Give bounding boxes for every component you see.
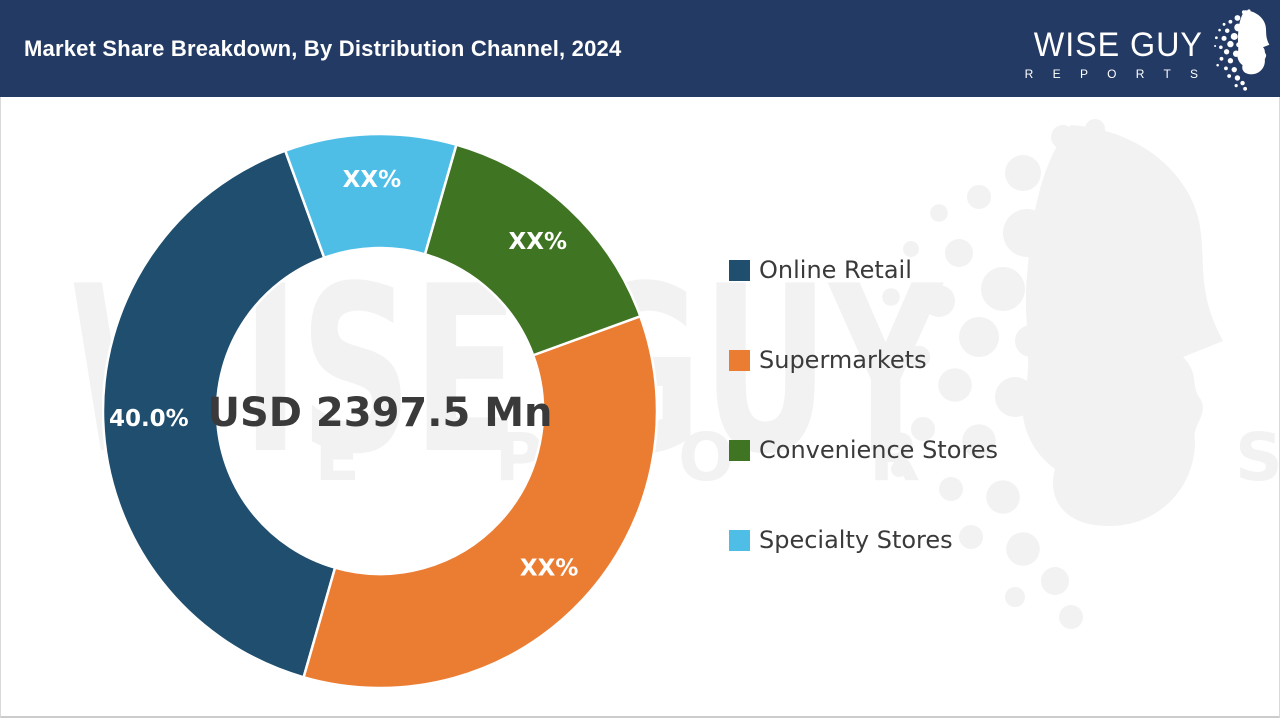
chart-center-value: USD 2397.5 Mn xyxy=(207,390,553,436)
legend-swatch-supermarkets xyxy=(729,349,750,371)
brand-text: WISE GUY R E P O R T S xyxy=(1021,26,1206,81)
brand-name: WISE GUY xyxy=(1033,25,1203,64)
legend-swatch-specialty-stores xyxy=(729,529,750,551)
page-title: Market Share Breakdown, By Distribution … xyxy=(24,36,622,61)
report-page: Market Share Breakdown, By Distribution … xyxy=(0,0,1280,720)
legend-label-online-retail: Online Retail xyxy=(759,256,912,284)
wiseguy-face-icon xyxy=(1214,8,1270,91)
header-bar: Market Share Breakdown, By Distribution … xyxy=(0,0,1280,97)
slice-label-online-retail: 40.0% xyxy=(109,406,189,432)
pie-slice-supermarkets xyxy=(302,315,658,689)
brand-logo: WISE GUY R E P O R T S xyxy=(1021,4,1272,96)
legend-label-specialty-stores: Specialty Stores xyxy=(759,526,953,554)
legend-item-supermarkets: Supermarkets xyxy=(729,335,998,385)
slice-label-supermarkets: XX% xyxy=(520,556,579,582)
chart-legend: Online Retail Supermarkets Convenience S… xyxy=(729,245,998,605)
chart-area: WISE GUY R E P O R T S 40.0% XX% XX% XX% US… xyxy=(0,97,1280,718)
slice-label-specialty-stores: XX% xyxy=(343,167,402,193)
legend-item-online-retail: Online Retail xyxy=(729,245,998,295)
legend-swatch-online-retail xyxy=(729,259,750,281)
brand-subtitle: R E P O R T S xyxy=(1024,66,1206,81)
legend-item-convenience-stores: Convenience Stores xyxy=(729,425,998,475)
legend-item-specialty-stores: Specialty Stores xyxy=(729,515,998,565)
legend-swatch-convenience-stores xyxy=(729,439,750,461)
legend-label-convenience-stores: Convenience Stores xyxy=(759,436,999,464)
slice-label-convenience-stores: XX% xyxy=(508,229,567,255)
legend-label-supermarkets: Supermarkets xyxy=(759,346,927,374)
